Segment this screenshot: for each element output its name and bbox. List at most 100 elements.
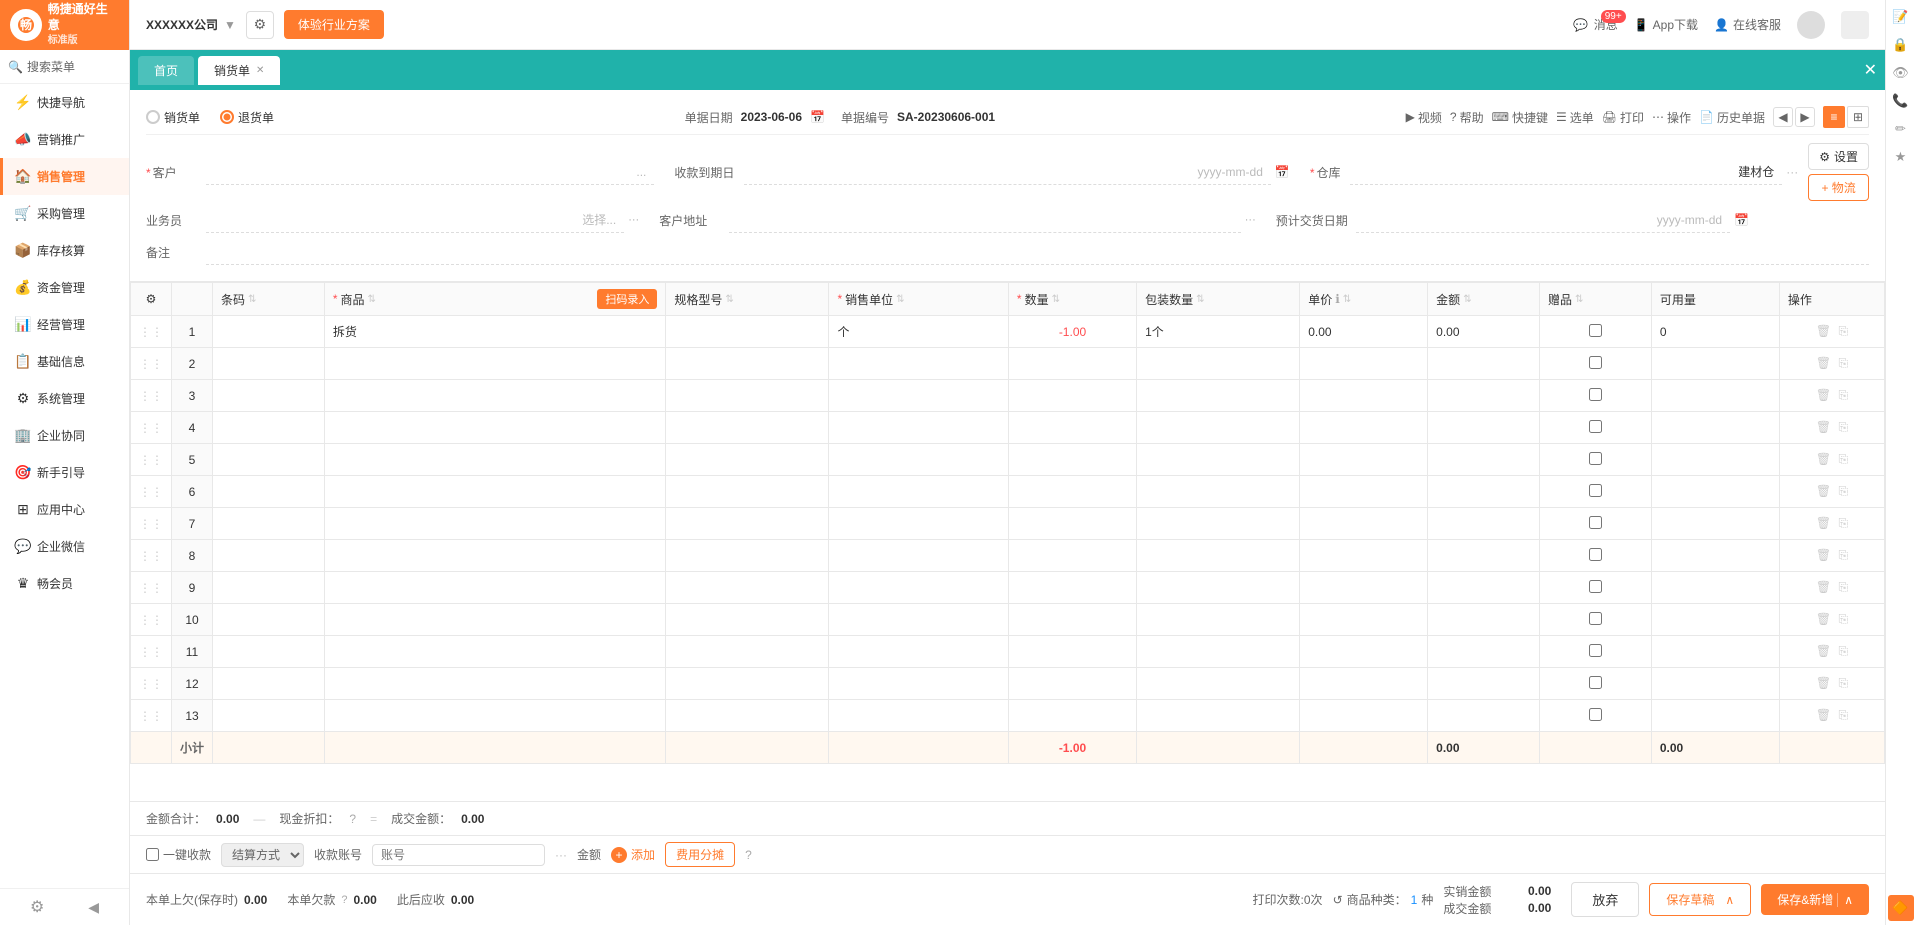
unit-price-cell[interactable] (1300, 508, 1428, 540)
settings-button[interactable]: ⚙ 设置 (1808, 143, 1869, 170)
amount-cell[interactable] (1428, 380, 1540, 412)
spec-cell[interactable] (666, 412, 829, 444)
pack-qty-cell[interactable] (1137, 444, 1300, 476)
barcode-cell[interactable] (213, 700, 325, 732)
delete-icon[interactable]: 🗑 (1816, 676, 1831, 690)
copy-icon[interactable]: ⎘ (1838, 548, 1848, 562)
sidebar-item-system[interactable]: ⚙ 系统管理 (0, 380, 129, 417)
unit-price-cell[interactable] (1300, 700, 1428, 732)
quantity-cell[interactable] (1008, 572, 1136, 604)
video-btn[interactable]: ▶ 视频 (1406, 109, 1442, 126)
spec-cell[interactable] (666, 668, 829, 700)
message-icon[interactable]: 💬 消息 99+ (1573, 16, 1617, 33)
sidebar-collapse-icon[interactable]: ◀ (88, 899, 99, 916)
row-drag-icon[interactable]: ⋮⋮ (139, 645, 163, 659)
rp-phone-icon[interactable]: 📞 (1888, 88, 1914, 114)
unit-price-cell[interactable] (1300, 348, 1428, 380)
calc-method-select[interactable]: 结算方式 (221, 843, 304, 867)
gift-cell[interactable] (1540, 380, 1652, 412)
pack-qty-cell[interactable] (1137, 540, 1300, 572)
row-drag-icon[interactable]: ⋮⋮ (139, 453, 163, 467)
gift-checkbox[interactable] (1589, 708, 1602, 721)
select-btn[interactable]: ☰ 选单 (1556, 109, 1594, 126)
spec-cell[interactable] (666, 476, 829, 508)
unit-cell[interactable] (829, 540, 1008, 572)
barcode-cell[interactable] (213, 348, 325, 380)
gift-cell[interactable] (1540, 412, 1652, 444)
trial-button[interactable]: 体验行业方案 (284, 10, 384, 39)
user-menu[interactable] (1841, 11, 1869, 39)
sidebar-item-finance[interactable]: 💰 资金管理 (0, 269, 129, 306)
tab-home[interactable]: 首页 (138, 56, 194, 85)
amount-cell[interactable] (1428, 636, 1540, 668)
sidebar-item-app-center[interactable]: ⊞ 应用中心 (0, 491, 129, 528)
barcode-cell[interactable] (213, 444, 325, 476)
unit-cell[interactable] (829, 700, 1008, 732)
quantity-cell[interactable] (1008, 636, 1136, 668)
unit-cell[interactable] (829, 508, 1008, 540)
pack-qty-cell[interactable] (1137, 412, 1300, 444)
th-goods[interactable]: * 商品 ⇅ 扫码录入 (324, 283, 666, 316)
next-arrow[interactable]: ▶ (1795, 107, 1815, 127)
spec-cell[interactable] (666, 380, 829, 412)
goods-type-link[interactable]: 1 (1411, 893, 1418, 907)
expense-split-button[interactable]: 费用分摊 (665, 842, 735, 867)
goods-cell[interactable] (324, 636, 666, 668)
radio-return[interactable]: 退货单 (220, 109, 274, 126)
gift-checkbox[interactable] (1589, 612, 1602, 625)
goods-cell[interactable] (324, 668, 666, 700)
copy-icon[interactable]: ⎘ (1838, 676, 1848, 690)
barcode-cell[interactable] (213, 540, 325, 572)
pack-qty-cell[interactable] (1137, 572, 1300, 604)
gift-cell[interactable] (1540, 604, 1652, 636)
row-drag-icon[interactable]: ⋮⋮ (139, 677, 163, 691)
spec-cell[interactable] (666, 572, 829, 604)
quantity-cell[interactable] (1008, 604, 1136, 636)
expected-date-calendar-icon[interactable]: 📅 (1734, 213, 1749, 227)
gift-checkbox[interactable] (1589, 580, 1602, 593)
barcode-cell[interactable] (213, 572, 325, 604)
quantity-cell[interactable] (1008, 444, 1136, 476)
goods-cell[interactable] (324, 476, 666, 508)
row-drag-icon[interactable]: ⋮⋮ (139, 485, 163, 499)
copy-icon[interactable]: ⎘ (1838, 388, 1848, 402)
owe-help-icon[interactable]: ? (341, 894, 347, 906)
customer-input[interactable]: ... (206, 159, 654, 185)
th-gift[interactable]: 赠品⇅ (1540, 283, 1652, 316)
pack-qty-cell[interactable] (1137, 508, 1300, 540)
add-payment-button[interactable]: + (611, 847, 627, 863)
tab-close-icon[interactable]: ✕ (256, 65, 264, 76)
barcode-cell[interactable] (213, 412, 325, 444)
unit-cell[interactable] (829, 668, 1008, 700)
sidebar-item-sales[interactable]: 🏠 销售管理 (0, 158, 129, 195)
print-btn[interactable]: 🖨 打印 (1602, 109, 1644, 126)
th-spec[interactable]: 规格型号⇅ (666, 283, 829, 316)
th-settings[interactable]: ⚙ (131, 283, 172, 316)
unit-cell[interactable] (829, 636, 1008, 668)
th-quantity[interactable]: *数量⇅ (1008, 283, 1136, 316)
abandon-button[interactable]: 放弃 (1571, 882, 1639, 917)
rp-eye-icon[interactable]: 👁 (1888, 60, 1914, 86)
th-pack-qty[interactable]: 包装数量⇅ (1137, 283, 1300, 316)
barcode-cell[interactable] (213, 604, 325, 636)
notes-input[interactable] (206, 239, 1869, 265)
unit-price-cell[interactable] (1300, 572, 1428, 604)
sidebar-item-enterprise[interactable]: 🏢 企业协同 (0, 417, 129, 454)
rp-lock-icon[interactable]: 🔒 (1888, 32, 1914, 58)
shortcut-btn[interactable]: ⌨ 快捷键 (1492, 109, 1548, 126)
gift-cell[interactable] (1540, 444, 1652, 476)
spec-cell[interactable] (666, 700, 829, 732)
price-info-icon[interactable]: ℹ (1335, 292, 1340, 306)
spec-cell[interactable] (666, 604, 829, 636)
goods-cell[interactable] (324, 572, 666, 604)
copy-icon[interactable]: ⎘ (1838, 452, 1848, 466)
rp-note-icon[interactable]: 📝 (1888, 4, 1914, 30)
gift-checkbox[interactable] (1589, 452, 1602, 465)
gift-cell[interactable] (1540, 476, 1652, 508)
spec-cell[interactable] (666, 508, 829, 540)
sidebar-item-marketing[interactable]: 📣 营销推广 (0, 121, 129, 158)
sidebar-item-member[interactable]: ♛ 畅会员 (0, 565, 129, 602)
th-barcode[interactable]: 条码⇅ (213, 283, 325, 316)
gift-cell[interactable] (1540, 668, 1652, 700)
th-unit-price[interactable]: 单价ℹ⇅ (1300, 283, 1428, 316)
